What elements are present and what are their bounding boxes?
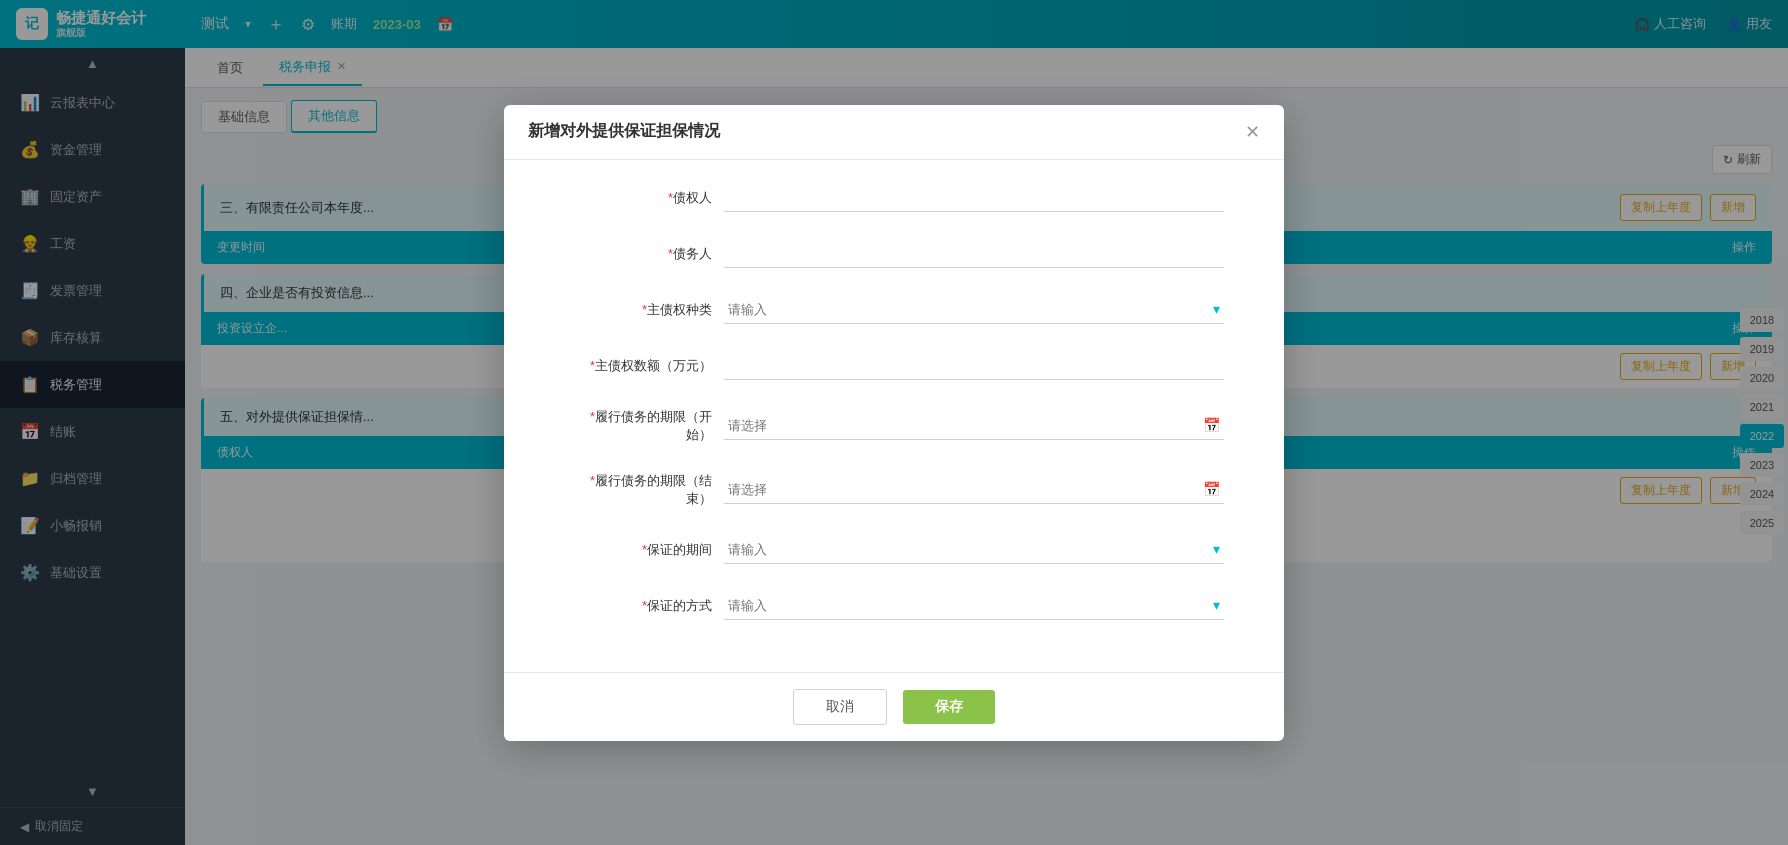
form-row-claim-type: *主债权种类 ▾	[564, 296, 1224, 324]
guarantee-method-dropdown-icon[interactable]: ▾	[1213, 597, 1224, 613]
guarantee-method-select-wrap: ▾	[724, 592, 1224, 620]
claim-type-dropdown-icon[interactable]: ▾	[1213, 301, 1224, 317]
dialog-body: *债权人 *债务人 *主债权种类 ▾	[504, 160, 1284, 672]
claim-type-label: *主债权种类	[564, 301, 724, 319]
claim-type-select-wrap: ▾	[724, 296, 1224, 324]
save-button[interactable]: 保存	[903, 690, 995, 724]
form-row-claim-amount: *主债权数额（万元）	[564, 352, 1224, 380]
form-row-guarantee-period: *保证的期间 ▾	[564, 536, 1224, 564]
dialog-close-icon[interactable]: ✕	[1245, 121, 1260, 143]
period-end-label: *履行债务的期限（结束）	[564, 472, 724, 508]
form-row-debtor: *债务人	[564, 240, 1224, 268]
period-end-calendar-icon[interactable]: 📅	[1203, 481, 1224, 497]
dialog-footer: 取消 保存	[504, 672, 1284, 741]
claim-amount-input[interactable]	[724, 352, 1224, 380]
debtor-input[interactable]	[724, 240, 1224, 268]
dialog-title: 新增对外提供保证担保情况	[528, 121, 720, 142]
form-row-period-start: *履行债务的期限（开始） 📅	[564, 408, 1224, 444]
guarantee-period-label: *保证的期间	[564, 541, 724, 559]
claim-amount-label: *主债权数额（万元）	[564, 357, 724, 375]
modal-overlay: 新增对外提供保证担保情况 ✕ *债权人 *债务人 *	[0, 0, 1788, 845]
add-guarantee-dialog: 新增对外提供保证担保情况 ✕ *债权人 *债务人 *	[504, 105, 1284, 741]
creditor-input[interactable]	[724, 184, 1224, 212]
claim-type-input[interactable]	[724, 296, 1213, 323]
guarantee-period-input[interactable]	[724, 536, 1213, 563]
guarantee-method-label: *保证的方式	[564, 597, 724, 615]
guarantee-period-select-wrap: ▾	[724, 536, 1224, 564]
cancel-button[interactable]: 取消	[793, 689, 887, 725]
guarantee-period-dropdown-icon[interactable]: ▾	[1213, 541, 1224, 557]
period-start-calendar-icon[interactable]: 📅	[1203, 417, 1224, 433]
period-end-input[interactable]	[724, 476, 1203, 503]
period-start-date-wrap: 📅	[724, 412, 1224, 440]
debtor-label: *债务人	[564, 245, 724, 263]
period-end-date-wrap: 📅	[724, 476, 1224, 504]
period-start-label: *履行债务的期限（开始）	[564, 408, 724, 444]
form-row-creditor: *债权人	[564, 184, 1224, 212]
creditor-label: *债权人	[564, 189, 724, 207]
form-row-period-end: *履行债务的期限（结束） 📅	[564, 472, 1224, 508]
period-start-input[interactable]	[724, 412, 1203, 439]
dialog-header: 新增对外提供保证担保情况 ✕	[504, 105, 1284, 160]
guarantee-method-input[interactable]	[724, 592, 1213, 619]
form-row-guarantee-method: *保证的方式 ▾	[564, 592, 1224, 620]
